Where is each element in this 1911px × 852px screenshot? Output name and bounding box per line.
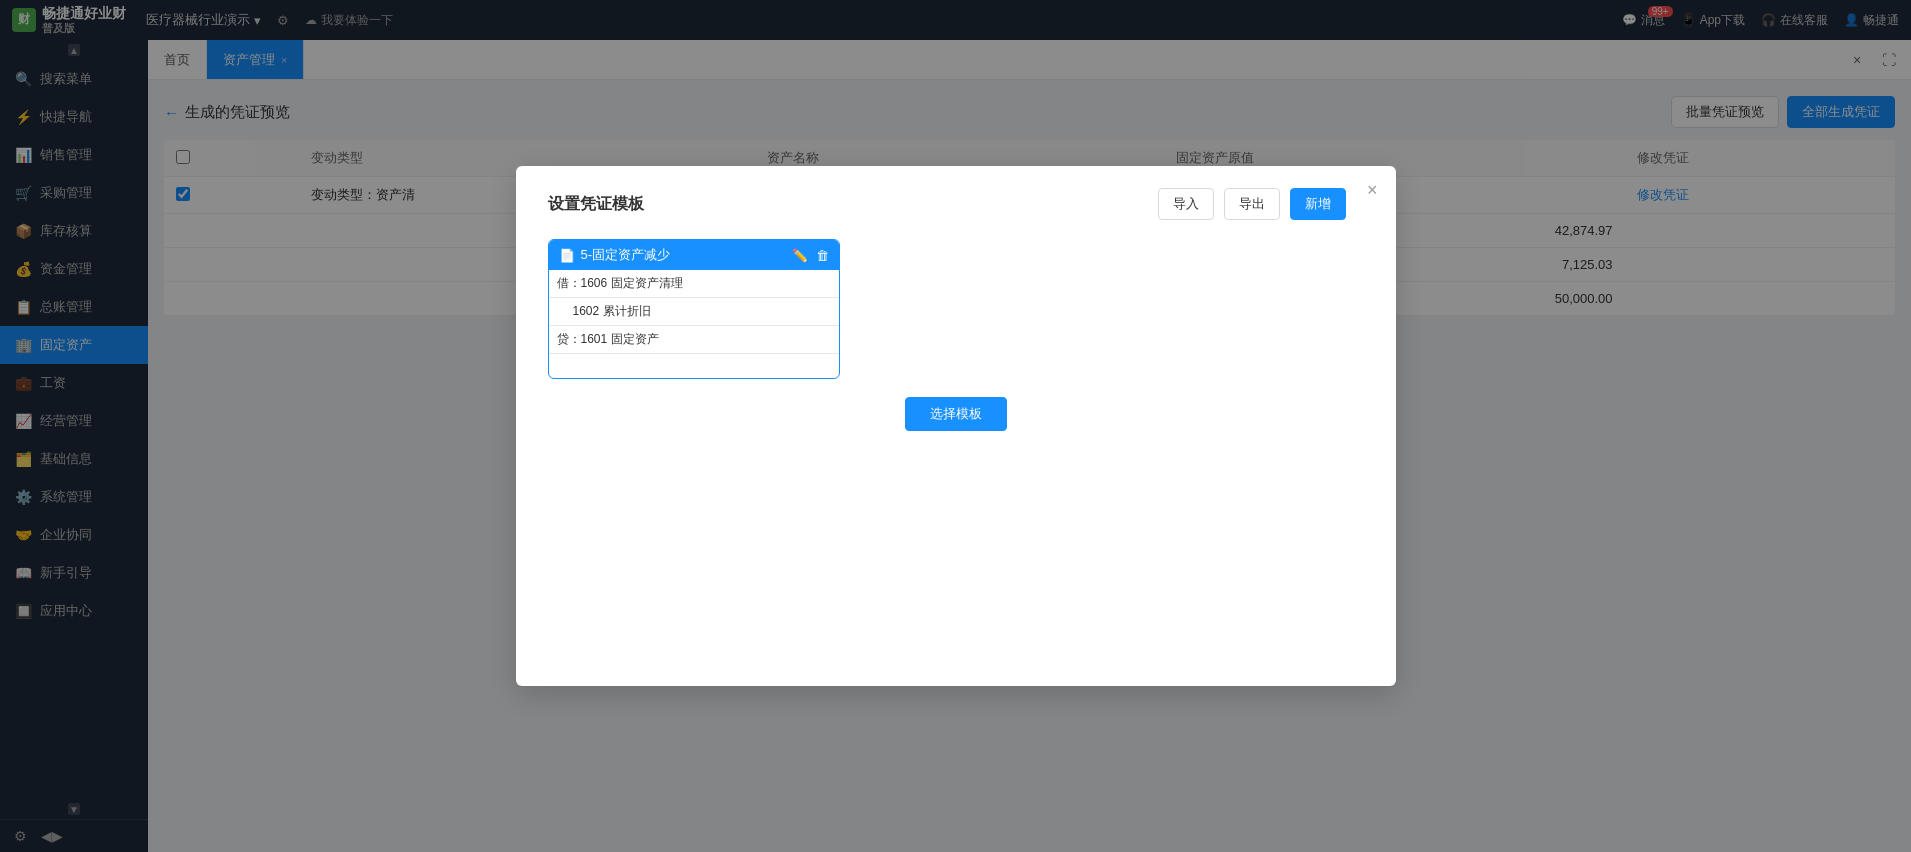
template-row-debit1: 借：1606 固定资产清理 [549,270,839,298]
template-edit-icon[interactable]: ✏️ [792,248,808,263]
template-doc-icon: 📄 [559,248,575,263]
template-footer: 选择模板 [548,379,1364,431]
modal-dialog: 设置凭证模板 × 导入 导出 新增 📄 5-固定资产减少 ✏️ 🗑 [516,166,1396,686]
credit-amount-col [765,326,789,354]
modal-header-btns: 导入 导出 新增 [1158,188,1346,220]
template-card-body: 借：1606 固定资产清理 1602 累计折旧 贷：1601 [549,270,839,378]
modal-overlay: 设置凭证模板 × 导入 导出 新增 📄 5-固定资产减少 ✏️ 🗑 [0,0,1911,852]
import-btn[interactable]: 导入 [1158,188,1214,220]
new-template-btn[interactable]: 新增 [1290,188,1346,220]
template-row-credit: 贷：1601 固定资产 [549,326,839,354]
empty-col2 [765,354,789,378]
template-actions: ✏️ 🗑 [792,248,829,263]
template-card-header: 📄 5-固定资产减少 ✏️ 🗑 [549,240,839,270]
debit2-col4 [814,298,838,326]
empty-col3 [790,354,814,378]
debit-label: 借：1606 固定资产清理 [549,270,766,298]
credit-col4 [814,326,838,354]
template-table: 借：1606 固定资产清理 1602 累计折旧 贷：1601 [549,270,839,378]
credit-label: 贷：1601 固定资产 [549,326,766,354]
debit2-amount-col [765,298,789,326]
modal-close-btn[interactable]: × [1367,180,1378,201]
debit1-col4 [814,270,838,298]
debit2-col3 [790,298,814,326]
empty-col4 [814,354,838,378]
empty-row-cell [549,354,766,378]
export-btn[interactable]: 导出 [1224,188,1280,220]
debit2-label: 1602 累计折旧 [549,298,766,326]
template-row-debit2: 1602 累计折旧 [549,298,839,326]
debit1-col3 [790,270,814,298]
select-template-btn[interactable]: 选择模板 [905,397,1007,431]
template-delete-icon[interactable]: 🗑 [816,248,829,263]
credit-col3 [790,326,814,354]
template-name: 5-固定资产减少 [581,246,671,264]
template-card: 📄 5-固定资产减少 ✏️ 🗑 借：1606 固定资产清理 [548,239,840,379]
template-row-empty [549,354,839,378]
debit1-amount-col [765,270,789,298]
